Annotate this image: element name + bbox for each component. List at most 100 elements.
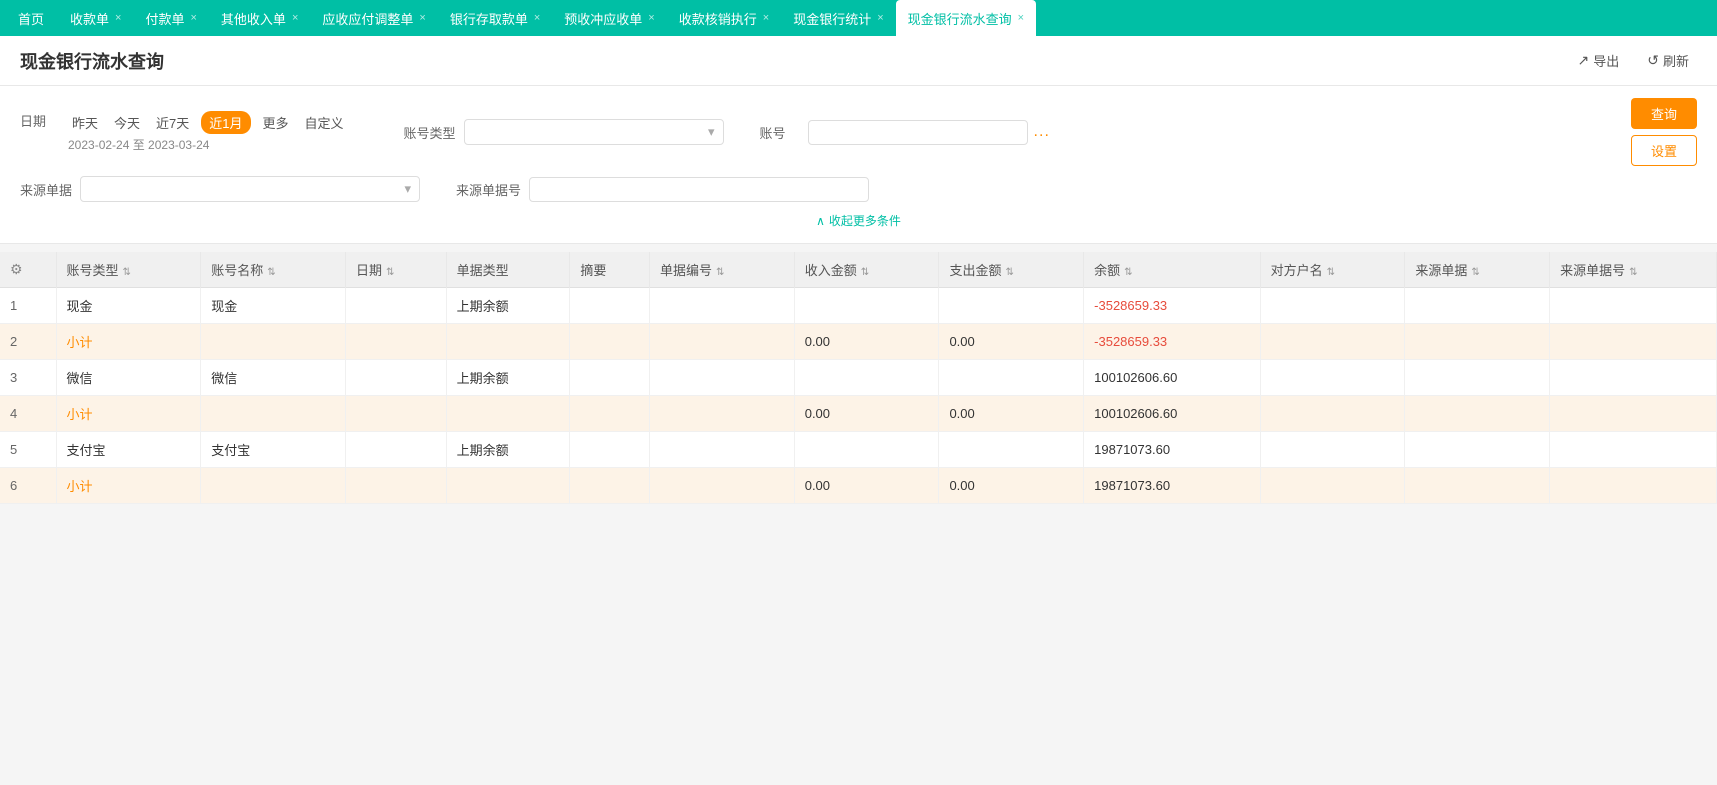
cell-account_name bbox=[201, 396, 346, 432]
page-title: 现金银行流水查询 bbox=[20, 48, 164, 74]
cell-summary bbox=[570, 432, 650, 468]
nav-tab-2[interactable]: 其他收入单× bbox=[209, 0, 310, 36]
collapse-bar[interactable]: ∧ 收起更多条件 bbox=[20, 206, 1697, 231]
refresh-button[interactable]: ↺ 刷新 bbox=[1639, 47, 1697, 74]
table-header: ⚙账号类型⇅账号名称⇅日期⇅单据类型摘要单据编号⇅收入金额⇅支出金额⇅余额⇅对方… bbox=[0, 252, 1717, 288]
cell-counterpart bbox=[1260, 432, 1405, 468]
nav-tab-1[interactable]: 付款单× bbox=[133, 0, 208, 36]
cell-expense: 0.00 bbox=[939, 324, 1084, 360]
close-icon[interactable]: × bbox=[115, 12, 121, 24]
settings-button[interactable]: 设置 bbox=[1631, 135, 1697, 166]
query-button[interactable]: 查询 bbox=[1631, 98, 1697, 129]
th-doc_no[interactable]: 单据编号⇅ bbox=[650, 252, 795, 288]
cell-expense: 0.00 bbox=[939, 396, 1084, 432]
th-date[interactable]: 日期⇅ bbox=[345, 252, 446, 288]
th-balance[interactable]: 余额⇅ bbox=[1084, 252, 1261, 288]
sort-icon: ⇅ bbox=[1629, 267, 1637, 278]
cell-account_name bbox=[201, 324, 346, 360]
cell-doc_type bbox=[446, 468, 570, 504]
th-income[interactable]: 收入金额⇅ bbox=[794, 252, 939, 288]
source-doc-num-label: 来源单据号 bbox=[456, 180, 521, 199]
nav-tab-6[interactable]: 收款核销执行× bbox=[667, 0, 781, 36]
cell-source_doc bbox=[1405, 288, 1550, 324]
source-doc-filter-group: 来源单据 ▾ bbox=[20, 176, 420, 202]
account-input-group: ... bbox=[808, 120, 1050, 145]
cell-account_name: 微信 bbox=[201, 360, 346, 396]
account-ellipsis-button[interactable]: ... bbox=[1034, 123, 1050, 141]
cell-doc_no bbox=[650, 324, 795, 360]
source-doc-num-input[interactable] bbox=[529, 177, 869, 202]
date-shortcut-1[interactable]: 今天 bbox=[110, 111, 144, 134]
cell-num: 6 bbox=[0, 468, 56, 504]
close-icon[interactable]: × bbox=[877, 12, 883, 24]
nav-tab-7[interactable]: 现金银行统计× bbox=[781, 0, 895, 36]
th-expense[interactable]: 支出金额⇅ bbox=[939, 252, 1084, 288]
date-shortcut-2[interactable]: 近7天 bbox=[152, 111, 193, 134]
nav-tab-5[interactable]: 预收冲应收单× bbox=[552, 0, 666, 36]
cell-balance: 100102606.60 bbox=[1084, 360, 1261, 396]
source-doc-arrow-icon: ▾ bbox=[404, 181, 411, 197]
cell-income: 0.00 bbox=[794, 324, 939, 360]
source-doc-select[interactable]: ▾ bbox=[80, 176, 420, 202]
close-icon[interactable]: × bbox=[292, 12, 298, 24]
cell-balance: 100102606.60 bbox=[1084, 396, 1261, 432]
data-table: ⚙账号类型⇅账号名称⇅日期⇅单据类型摘要单据编号⇅收入金额⇅支出金额⇅余额⇅对方… bbox=[0, 252, 1717, 504]
date-shortcut-3[interactable]: 近1月 bbox=[201, 111, 250, 134]
close-icon[interactable]: × bbox=[1018, 12, 1024, 24]
cell-balance: 19871073.60 bbox=[1084, 432, 1261, 468]
th-account_name[interactable]: 账号名称⇅ bbox=[201, 252, 346, 288]
cell-account_type: 支付宝 bbox=[56, 432, 201, 468]
date-shortcut-0[interactable]: 昨天 bbox=[68, 111, 102, 134]
account-filter-group: 账号 ... bbox=[760, 120, 1050, 145]
nav-tab-4[interactable]: 银行存取款单× bbox=[438, 0, 552, 36]
cell-income bbox=[794, 288, 939, 324]
close-icon[interactable]: × bbox=[648, 12, 654, 24]
nav-tab-0[interactable]: 收款单× bbox=[58, 0, 133, 36]
cell-doc_type: 上期余额 bbox=[446, 432, 570, 468]
nav-tab-8[interactable]: 现金银行流水查询× bbox=[896, 0, 1036, 36]
cell-account_type: 小计 bbox=[56, 324, 201, 360]
export-icon: ↗ bbox=[1578, 52, 1590, 69]
nav-tab-3[interactable]: 应收应付调整单× bbox=[310, 0, 437, 36]
export-button[interactable]: ↗ 导出 bbox=[1570, 47, 1628, 74]
th-account_type[interactable]: 账号类型⇅ bbox=[56, 252, 201, 288]
close-icon[interactable]: × bbox=[763, 12, 769, 24]
account-type-select[interactable]: ▾ bbox=[464, 119, 724, 145]
th-counterpart[interactable]: 对方户名⇅ bbox=[1260, 252, 1405, 288]
settings-gear-icon[interactable]: ⚙ bbox=[10, 261, 23, 277]
nav-home[interactable]: 首页 bbox=[4, 0, 58, 36]
sort-icon: ⇅ bbox=[123, 267, 131, 278]
filter-row-2: 来源单据 ▾ 来源单据号 bbox=[20, 176, 1697, 202]
date-shortcut-4[interactable]: 更多 bbox=[259, 111, 293, 134]
top-nav: 首页 收款单×付款单×其他收入单×应收应付调整单×银行存取款单×预收冲应收单×收… bbox=[0, 0, 1717, 36]
date-label: 日期 bbox=[20, 111, 60, 130]
account-type-arrow-icon: ▾ bbox=[708, 124, 715, 140]
filter-area: 日期 昨天今天近7天近1月更多自定义 2023-02-24 至 2023-03-… bbox=[0, 86, 1717, 244]
th-doc_type: 单据类型 bbox=[446, 252, 570, 288]
account-type-filter-group: 账号类型 ▾ bbox=[404, 119, 724, 145]
date-shortcut-5[interactable]: 自定义 bbox=[301, 111, 348, 134]
table-row: 3微信微信上期余额100102606.60 bbox=[0, 360, 1717, 396]
date-filter-group: 日期 昨天今天近7天近1月更多自定义 2023-02-24 至 2023-03-… bbox=[20, 111, 348, 153]
cell-account_type: 小计 bbox=[56, 396, 201, 432]
close-icon[interactable]: × bbox=[534, 12, 540, 24]
sort-icon: ⇅ bbox=[1471, 267, 1479, 278]
th-source_doc[interactable]: 来源单据⇅ bbox=[1405, 252, 1550, 288]
cell-num: 4 bbox=[0, 396, 56, 432]
cell-counterpart bbox=[1260, 396, 1405, 432]
close-icon[interactable]: × bbox=[190, 12, 196, 24]
cell-source_doc_no bbox=[1550, 288, 1717, 324]
cell-date bbox=[345, 324, 446, 360]
filter-row-1: 日期 昨天今天近7天近1月更多自定义 2023-02-24 至 2023-03-… bbox=[20, 98, 1697, 166]
cell-account_type: 微信 bbox=[56, 360, 201, 396]
cell-source_doc_no bbox=[1550, 468, 1717, 504]
th-source_doc_no[interactable]: 来源单据号⇅ bbox=[1550, 252, 1717, 288]
cell-expense bbox=[939, 432, 1084, 468]
account-input[interactable] bbox=[808, 120, 1028, 145]
cell-account_name: 现金 bbox=[201, 288, 346, 324]
sort-icon: ⇅ bbox=[1124, 267, 1132, 278]
account-label: 账号 bbox=[760, 123, 800, 142]
close-icon[interactable]: × bbox=[419, 12, 425, 24]
cell-counterpart bbox=[1260, 468, 1405, 504]
cell-source_doc bbox=[1405, 468, 1550, 504]
